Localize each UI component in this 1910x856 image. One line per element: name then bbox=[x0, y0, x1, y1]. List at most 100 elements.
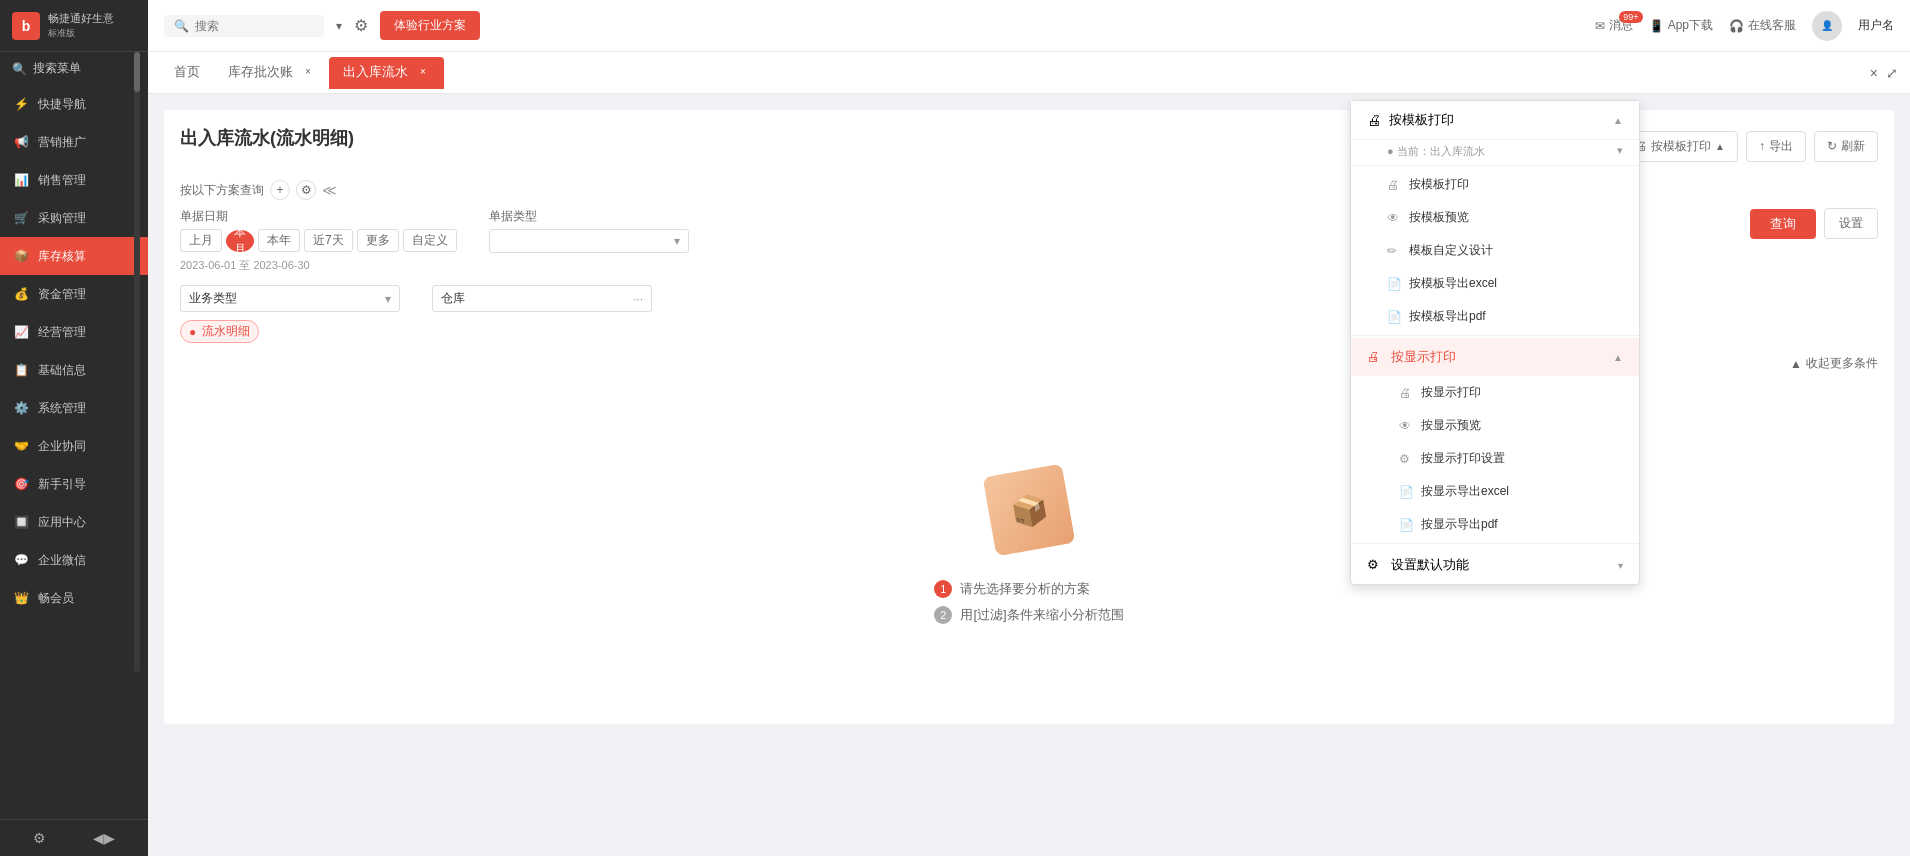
tab-flow[interactable]: 出入库流水 × bbox=[329, 57, 444, 89]
sidebar-item-marketing[interactable]: 📢 营销推广 bbox=[0, 123, 148, 161]
date-options-group: 上月 本月 本年 近7天 更多 自定义 bbox=[180, 229, 457, 252]
date-btn-7days[interactable]: 近7天 bbox=[304, 229, 353, 252]
topbar-dropdown-arrow[interactable]: ▾ bbox=[336, 19, 342, 33]
display-section-arrow: ▲ bbox=[1613, 352, 1623, 363]
business-type-field: 业务类型 ▾ bbox=[180, 285, 400, 312]
app-download-button[interactable]: 📱 App下载 bbox=[1649, 17, 1713, 34]
tab-batch-close-icon[interactable]: × bbox=[301, 65, 315, 79]
tab-batch[interactable]: 库存批次账 × bbox=[214, 57, 329, 89]
trial-button[interactable]: 体验行业方案 bbox=[380, 11, 480, 40]
sidebar-item-app-center[interactable]: 🔲 应用中心 bbox=[0, 503, 148, 541]
sidebar-item-finance[interactable]: 💰 资金管理 bbox=[0, 275, 148, 313]
dropdown-header-printer-icon: 🖨 bbox=[1367, 112, 1381, 128]
sidebar-item-sales[interactable]: 📊 销售管理 bbox=[0, 161, 148, 199]
dropdown-item-template-export-excel[interactable]: 📄 按模板导出excel bbox=[1351, 267, 1639, 300]
dropdown-header[interactable]: 🖨 按模板打印 ▲ bbox=[1351, 101, 1639, 140]
sidebar-item-operations[interactable]: 📈 经营管理 bbox=[0, 313, 148, 351]
collapse-sidebar-icon[interactable]: ◀▶ bbox=[93, 830, 115, 846]
filter-collapse-icon[interactable]: ≪ bbox=[322, 182, 337, 198]
dropdown-display-print-section[interactable]: 🖨 按显示打印 ▲ bbox=[1351, 338, 1639, 376]
table-settings-button[interactable]: 设置 bbox=[1824, 208, 1878, 239]
dropdown-item-display-export-pdf[interactable]: 📄 按显示导出pdf bbox=[1351, 508, 1639, 541]
dropdown-item-display-export-excel[interactable]: 📄 按显示导出excel bbox=[1351, 475, 1639, 508]
message-button[interactable]: ✉ 消息 99+ bbox=[1595, 17, 1633, 34]
sidebar-item-guide[interactable]: 🎯 新手引导 bbox=[0, 465, 148, 503]
dropdown-item-template-print[interactable]: 🖨 按模板打印 bbox=[1351, 168, 1639, 201]
dropdown-item-template-preview[interactable]: 👁 按模板预览 bbox=[1351, 201, 1639, 234]
sidebar-item-member[interactable]: 👑 畅会员 bbox=[0, 579, 148, 617]
template-print-item-icon: 🖨 bbox=[1387, 178, 1401, 192]
collapse-up-icon: ▲ bbox=[1790, 357, 1802, 371]
close-tab-icon[interactable]: × bbox=[1870, 65, 1878, 81]
user-avatar[interactable]: 👤 bbox=[1812, 11, 1842, 41]
template-preview-item-label: 按模板预览 bbox=[1409, 209, 1469, 226]
empty-step-2: 2 用[过滤]条件来缩小分析范围 bbox=[934, 602, 1123, 628]
message-icon: ✉ bbox=[1595, 19, 1605, 33]
date-btn-year[interactable]: 本年 bbox=[258, 229, 300, 252]
date-range-text: 2023-06-01 至 2023-06-30 bbox=[180, 258, 457, 273]
topbar-search-input[interactable] bbox=[195, 19, 295, 33]
app-name: 畅捷通好生意 bbox=[48, 11, 114, 26]
sidebar-item-quick-nav[interactable]: ⚡ 快捷导航 bbox=[0, 85, 148, 123]
date-btn-current-month[interactable]: 本月 bbox=[226, 230, 254, 252]
export-btn-label: 导出 bbox=[1769, 138, 1793, 155]
date-btn-last-month[interactable]: 上月 bbox=[180, 229, 222, 252]
system-icon: ⚙️ bbox=[12, 399, 30, 417]
dropdown-item-template-export-pdf[interactable]: 📄 按模板导出pdf bbox=[1351, 300, 1639, 333]
sidebar-item-wechat[interactable]: 💬 企业微信 bbox=[0, 541, 148, 579]
refresh-icon: ↻ bbox=[1827, 139, 1837, 153]
dropdown-item-display-print[interactable]: 🖨 按显示打印 bbox=[1351, 376, 1639, 409]
display-section-left: 🖨 按显示打印 bbox=[1367, 348, 1456, 366]
sales-icon: 📊 bbox=[12, 171, 30, 189]
tab-flow-close-icon[interactable]: × bbox=[416, 65, 430, 79]
username-label[interactable]: 用户名 bbox=[1858, 17, 1894, 34]
sidebar-item-basic[interactable]: 📋 基础信息 bbox=[0, 351, 148, 389]
sidebar-scrollbar[interactable] bbox=[134, 52, 140, 672]
filter-add-button[interactable]: + bbox=[270, 180, 290, 200]
display-pdf-item-label: 按显示导出pdf bbox=[1421, 516, 1498, 533]
sidebar-item-system[interactable]: ⚙️ 系统管理 bbox=[0, 389, 148, 427]
business-type-select[interactable]: 业务类型 ▾ bbox=[180, 285, 400, 312]
sidebar-item-label: 企业微信 bbox=[38, 552, 86, 569]
display-excel-item-label: 按显示导出excel bbox=[1421, 483, 1509, 500]
topbar-search-box[interactable]: 🔍 bbox=[164, 15, 324, 37]
topbar-settings-icon[interactable]: ⚙ bbox=[354, 16, 368, 35]
sidebar-item-inventory[interactable]: 📦 库存核算 bbox=[0, 237, 148, 275]
sidebar-item-purchase[interactable]: 🛒 采购管理 bbox=[0, 199, 148, 237]
collapse-label: 收起更多条件 bbox=[1806, 355, 1878, 372]
sidebar: b 畅捷通好生意 标准版 🔍 搜索菜单 ⚡ 快捷导航 📢 营销推广 📊 销售管理… bbox=[0, 0, 148, 856]
sidebar-search[interactable]: 🔍 搜索菜单 bbox=[0, 52, 148, 85]
dropdown-item-template-custom[interactable]: ✏ 模板自定义设计 bbox=[1351, 234, 1639, 267]
service-button[interactable]: 🎧 在线客服 bbox=[1729, 17, 1796, 34]
app-version: 标准版 bbox=[48, 27, 114, 40]
export-button[interactable]: ↑ 导出 bbox=[1746, 131, 1806, 162]
purchase-icon: 🛒 bbox=[12, 209, 30, 227]
sidebar-item-label: 应用中心 bbox=[38, 514, 86, 531]
display-print-item-icon: 🖨 bbox=[1399, 386, 1413, 400]
expand-tab-icon[interactable]: ⤢ bbox=[1886, 65, 1898, 81]
date-btn-custom[interactable]: 自定义 bbox=[403, 229, 457, 252]
query-button[interactable]: 查询 bbox=[1750, 209, 1816, 239]
business-type-arrow: ▾ bbox=[385, 292, 391, 306]
dropdown-item-display-preview[interactable]: 👁 按显示预览 bbox=[1351, 409, 1639, 442]
dropdown-item-display-print-settings[interactable]: ⚙ 按显示打印设置 bbox=[1351, 442, 1639, 475]
sidebar-item-collab[interactable]: 🤝 企业协同 bbox=[0, 427, 148, 465]
warehouse-select[interactable]: 仓库 ··· bbox=[432, 285, 652, 312]
date-btn-more[interactable]: 更多 bbox=[357, 229, 399, 252]
dropdown-header-left: 🖨 按模板打印 bbox=[1367, 111, 1454, 129]
voucher-type-select[interactable]: ▾ bbox=[489, 229, 689, 253]
filter-gear-button[interactable]: ⚙ bbox=[296, 180, 316, 200]
dropdown-set-default-section[interactable]: ⚙ 设置默认功能 ▾ bbox=[1351, 546, 1639, 584]
basic-icon: 📋 bbox=[12, 361, 30, 379]
divider-2 bbox=[1351, 335, 1639, 336]
sidebar-item-label: 基础信息 bbox=[38, 362, 86, 379]
page-title: 出入库流水(流水明细) bbox=[180, 126, 354, 150]
settings-gear-icon[interactable]: ⚙ bbox=[33, 830, 46, 846]
tab-home[interactable]: 首页 bbox=[160, 57, 214, 89]
quick-nav-icon: ⚡ bbox=[12, 95, 30, 113]
filter-label-text: 按以下方案查询 bbox=[180, 182, 264, 199]
step2-num: 2 bbox=[934, 606, 952, 624]
refresh-button[interactable]: ↻ 刷新 bbox=[1814, 131, 1878, 162]
app-download-label: App下载 bbox=[1668, 17, 1713, 34]
filter-tag-icon: ● bbox=[189, 325, 196, 339]
